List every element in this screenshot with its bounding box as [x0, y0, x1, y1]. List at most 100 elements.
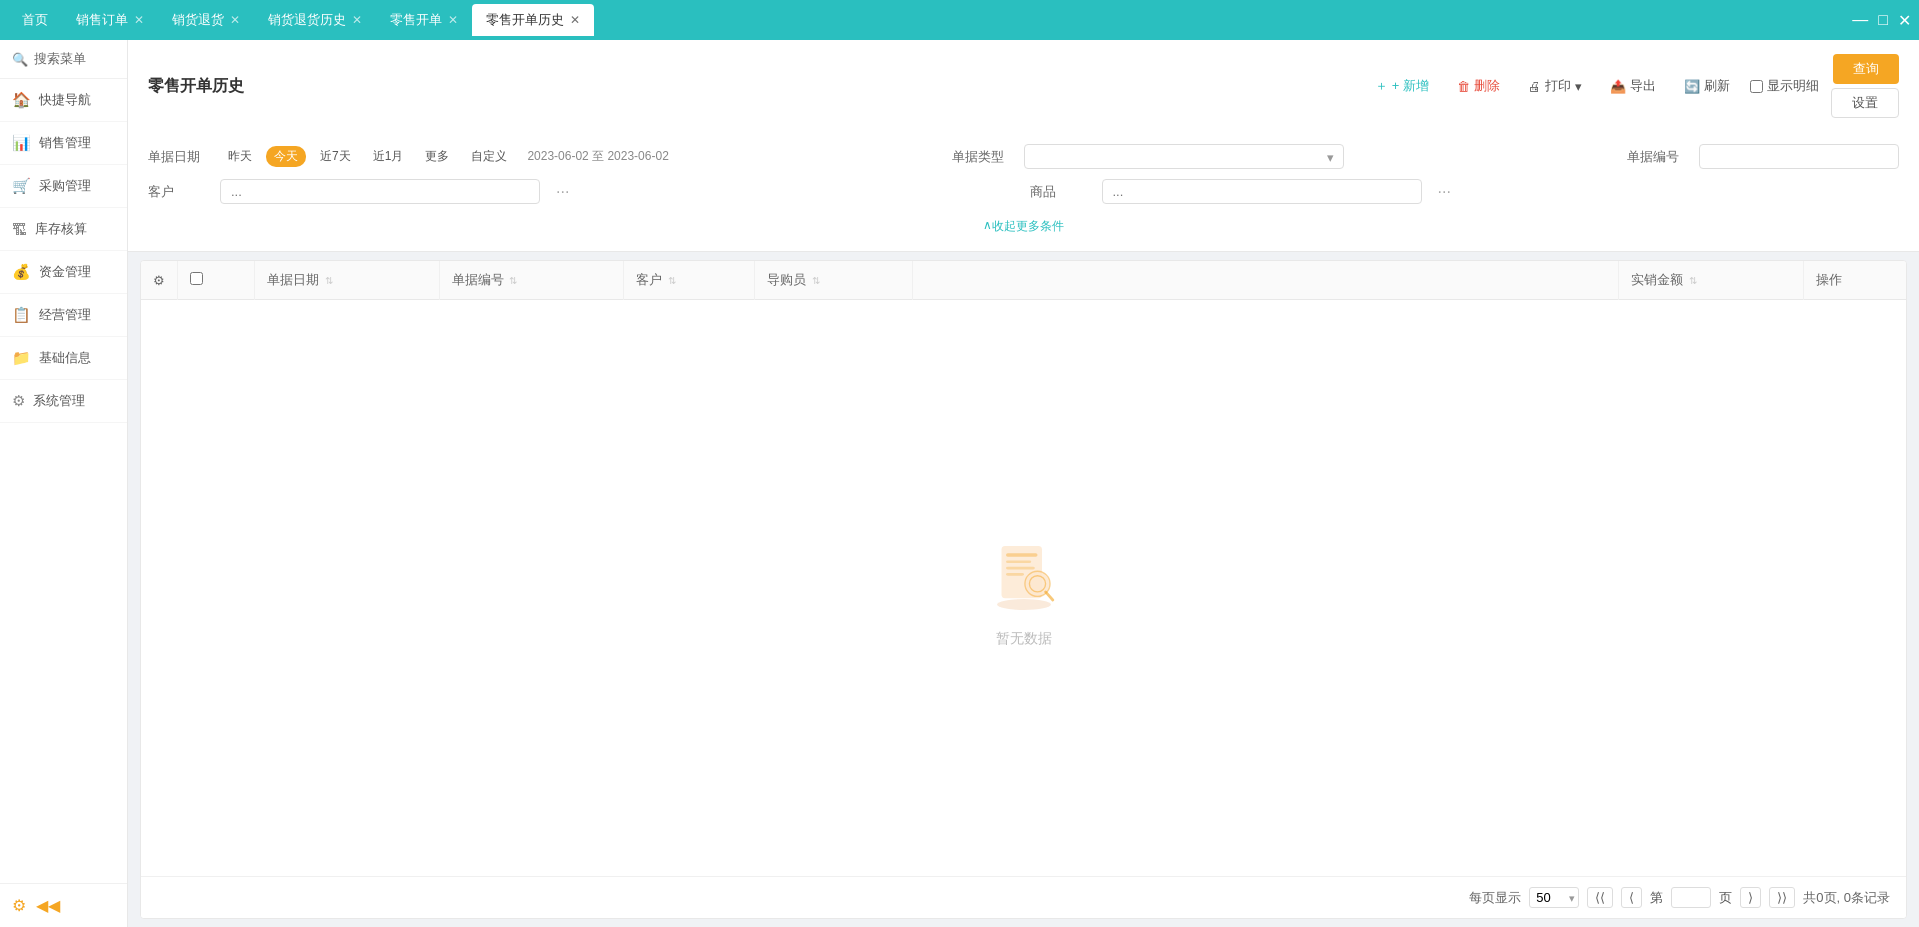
tab-retail-history-label: 零售开单历史: [486, 11, 564, 29]
operations-icon: 📋: [12, 306, 31, 324]
add-button[interactable]: ＋ + 新增: [1367, 73, 1437, 99]
svg-point-0: [997, 599, 1051, 610]
sidebar-search-label: 搜索菜单: [34, 50, 86, 68]
filter-row-date: 单据日期 昨天 今天 近7天 近1月 更多 自定义 2023-06-02 至 2…: [148, 144, 1899, 169]
sidebar-item-inventory-label: 库存核算: [35, 220, 87, 238]
add-icon: ＋: [1375, 77, 1388, 95]
doc-type-select[interactable]: [1024, 144, 1344, 169]
select-all-checkbox[interactable]: [190, 272, 203, 285]
tab-retail-history[interactable]: 零售开单历史 ✕: [472, 4, 594, 36]
inventory-icon: 🏗: [12, 221, 27, 238]
sidebar-item-operations[interactable]: 📋 经营管理: [0, 294, 127, 337]
date-opt-custom[interactable]: 自定义: [463, 146, 515, 167]
page-next-btn[interactable]: ⟩: [1740, 887, 1761, 908]
print-button[interactable]: 🖨 打印 ▾: [1520, 73, 1590, 99]
tab-retail-open-label: 零售开单: [390, 11, 442, 29]
th-num-sort-icon[interactable]: ⇅: [509, 275, 517, 286]
date-opt-1month[interactable]: 近1月: [365, 146, 412, 167]
page-first-btn[interactable]: ⟨⟨: [1587, 887, 1613, 908]
data-table: ⚙ 单据日期 ⇅ 单据编号 ⇅: [141, 261, 1906, 300]
page-prev-btn[interactable]: ⟨: [1621, 887, 1642, 908]
svg-rect-2: [1006, 553, 1038, 557]
display-details-checkbox[interactable]: [1750, 80, 1763, 93]
tab-sales-return-history[interactable]: 销货退货历史 ✕: [254, 4, 376, 36]
date-opt-today[interactable]: 今天: [266, 146, 306, 167]
date-opt-7days[interactable]: 近7天: [312, 146, 359, 167]
export-button[interactable]: 📤 导出: [1602, 73, 1664, 99]
date-opt-more[interactable]: 更多: [417, 146, 457, 167]
purchase-icon: 🛒: [12, 177, 31, 195]
export-label: 导出: [1630, 77, 1656, 95]
th-empty: [913, 261, 1619, 300]
filter-row-customer: 客户 ··· 商品 ···: [148, 179, 1899, 204]
date-range-display: 2023-06-02 至 2023-06-02: [527, 148, 668, 165]
delete-icon: 🗑: [1457, 79, 1470, 94]
goods-input[interactable]: [1102, 179, 1422, 204]
table-header-row: ⚙ 单据日期 ⇅ 单据编号 ⇅: [141, 261, 1906, 300]
per-page-label: 每页显示: [1469, 889, 1521, 907]
close-btn[interactable]: ✕: [1898, 11, 1911, 30]
doc-num-input[interactable]: [1699, 144, 1899, 169]
settings-gear-icon[interactable]: ⚙: [12, 896, 26, 915]
sidebar-item-sales-mgmt[interactable]: 📊 销售管理: [0, 122, 127, 165]
settings-button[interactable]: 设置: [1831, 88, 1899, 118]
sidebar: 🔍 搜索菜单 🏠 快捷导航 📊 销售管理 🛒 采购管理 🏗 库存核算 💰 资金管…: [0, 40, 128, 927]
main-layout: 🔍 搜索菜单 🏠 快捷导航 📊 销售管理 🛒 采购管理 🏗 库存核算 💰 资金管…: [0, 40, 1919, 927]
customer-ellipsis-btn[interactable]: ···: [552, 183, 573, 201]
delete-label: 删除: [1474, 77, 1500, 95]
collapse-sidebar-icon[interactable]: ◀◀: [36, 896, 60, 915]
table-settings-icon[interactable]: ⚙: [153, 273, 165, 288]
svg-rect-3: [1006, 560, 1031, 563]
search-icon: 🔍: [12, 52, 28, 67]
sidebar-item-inventory[interactable]: 🏗 库存核算: [0, 208, 127, 251]
th-checkbox-all: [178, 261, 255, 300]
tab-home[interactable]: 首页: [8, 4, 62, 36]
goods-ellipsis-btn[interactable]: ···: [1434, 183, 1455, 201]
tab-sales-order-close[interactable]: ✕: [134, 13, 144, 27]
sidebar-search[interactable]: 🔍 搜索菜单: [0, 40, 127, 79]
home-icon: 🏠: [12, 91, 31, 109]
tab-retail-open[interactable]: 零售开单 ✕: [376, 4, 472, 36]
per-page-select[interactable]: 10 20 50 100: [1529, 887, 1579, 908]
sidebar-item-system-mgmt[interactable]: ⚙ 系统管理: [0, 380, 127, 423]
date-options: 昨天 今天 近7天 近1月 更多 自定义: [220, 146, 515, 167]
page-last-btn[interactable]: ⟩⟩: [1769, 887, 1795, 908]
tab-retail-history-close[interactable]: ✕: [570, 13, 580, 27]
tab-sales-return-history-close[interactable]: ✕: [352, 13, 362, 27]
sidebar-item-quick-nav[interactable]: 🏠 快捷导航: [0, 79, 127, 122]
page-number-input[interactable]: 1: [1671, 887, 1711, 908]
tab-retail-open-close[interactable]: ✕: [448, 13, 458, 27]
maximize-btn[interactable]: □: [1878, 11, 1888, 29]
sidebar-item-sales-mgmt-label: 销售管理: [39, 134, 91, 152]
refresh-button[interactable]: 🔄 刷新: [1676, 73, 1738, 99]
date-opt-yesterday[interactable]: 昨天: [220, 146, 260, 167]
display-details-toggle[interactable]: 显示明细: [1750, 77, 1819, 95]
customer-input[interactable]: [220, 179, 540, 204]
sidebar-item-system-mgmt-label: 系统管理: [33, 392, 85, 410]
per-page-select-wrapper: 10 20 50 100: [1529, 887, 1579, 908]
query-button[interactable]: 查询: [1833, 54, 1899, 84]
tab-sales-return-close[interactable]: ✕: [230, 13, 240, 27]
tab-sales-return[interactable]: 销货退货 ✕: [158, 4, 254, 36]
filter-area: 单据日期 昨天 今天 近7天 近1月 更多 自定义 2023-06-02 至 2…: [148, 132, 1899, 251]
svg-rect-5: [1006, 573, 1024, 576]
tab-sales-order[interactable]: 销售订单 ✕: [62, 4, 158, 36]
th-salesperson-sort-icon[interactable]: ⇅: [812, 275, 820, 286]
delete-button[interactable]: 🗑 删除: [1449, 73, 1508, 99]
sidebar-item-purchase-mgmt[interactable]: 🛒 采购管理: [0, 165, 127, 208]
collapse-filter-row[interactable]: ∧ 收起更多条件: [148, 214, 1899, 243]
minimize-btn[interactable]: —: [1852, 11, 1868, 29]
svg-rect-4: [1006, 567, 1035, 570]
refresh-icon: 🔄: [1684, 79, 1700, 94]
tab-sales-return-label: 销货退货: [172, 11, 224, 29]
collapse-label: 收起更多条件: [992, 218, 1064, 235]
tab-sales-order-label: 销售订单: [76, 11, 128, 29]
sidebar-item-basic-info[interactable]: 📁 基础信息: [0, 337, 127, 380]
sidebar-item-basic-info-label: 基础信息: [39, 349, 91, 367]
th-amount-sort-icon[interactable]: ⇅: [1689, 275, 1697, 286]
th-date-sort-icon[interactable]: ⇅: [325, 275, 333, 286]
toolbar: ＋ + 新增 🗑 删除 🖨 打印 ▾ 📤 导出: [1367, 54, 1899, 118]
th-customer-sort-icon[interactable]: ⇅: [668, 275, 676, 286]
sidebar-item-finance-label: 资金管理: [39, 263, 91, 281]
sidebar-item-finance[interactable]: 💰 资金管理: [0, 251, 127, 294]
